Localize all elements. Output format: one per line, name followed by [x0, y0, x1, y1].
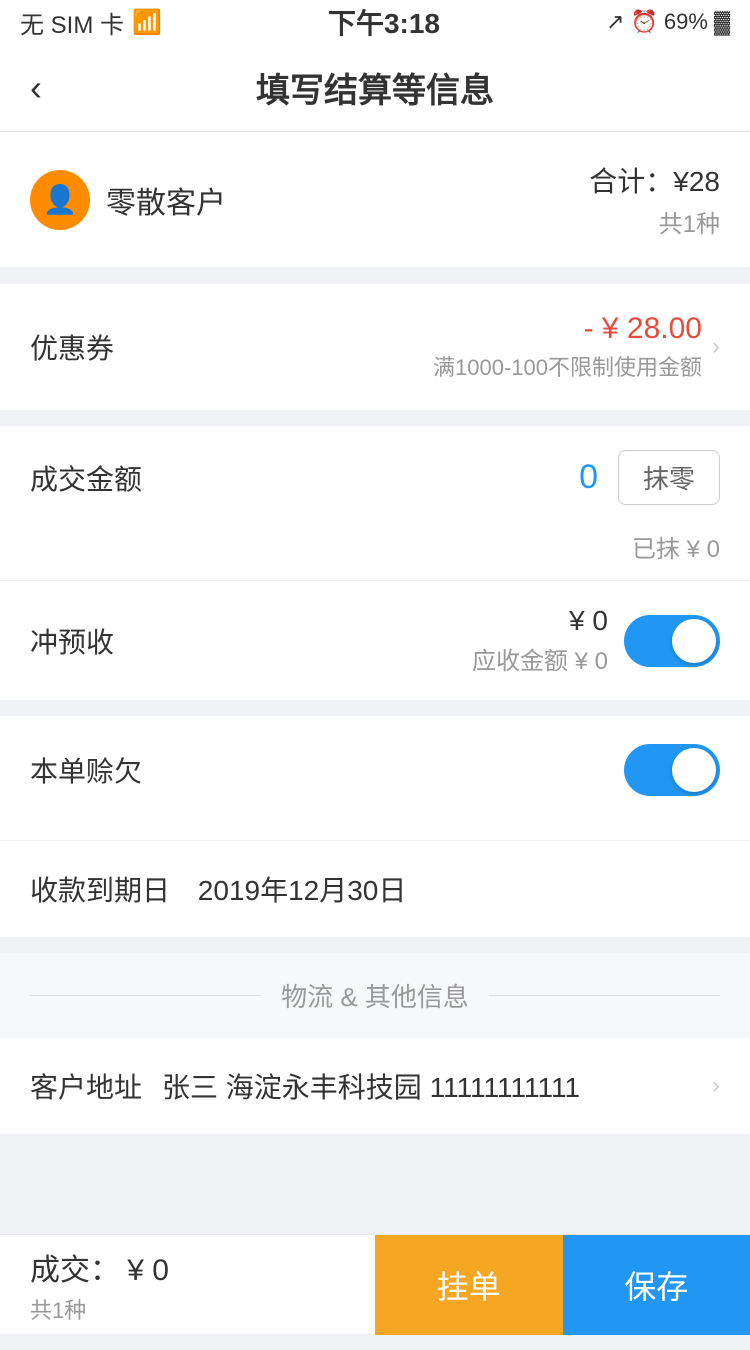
bottom-count: 共1种 — [30, 1293, 345, 1325]
location-icon: ↗ — [606, 9, 624, 35]
coupon-right: - ¥ 28.00 满1000-100不限制使用金额 › — [433, 312, 720, 382]
customer-section: 👤 零散客户 合计：¥28 共1种 — [0, 132, 750, 267]
credit-section: 本单赊欠 收款到期日 2019年12月30日 — [0, 716, 750, 937]
back-button[interactable]: ‹ — [30, 67, 42, 109]
due-date-label: 收款到期日 — [30, 875, 170, 906]
round-zero-button[interactable]: 抹零 — [618, 450, 720, 505]
logistics-label: 物流 & 其他信息 — [261, 977, 489, 1014]
prereceive-right: ¥ 0 应收金额 ¥ 0 — [472, 605, 720, 676]
address-chevron-icon: › — [712, 1072, 720, 1100]
coupon-section: 优惠券 - ¥ 28.00 满1000-100不限制使用金额 › — [0, 283, 750, 410]
save-button[interactable]: 保存 — [563, 1235, 750, 1335]
credit-label: 本单赊欠 — [30, 750, 142, 790]
due-date-value: 2019年12月30日 — [198, 875, 407, 906]
address-row[interactable]: 客户地址 张三 海淀永丰科技园 11111111111 › — [0, 1038, 750, 1134]
bottom-bar: 成交： ¥ 0 共1种 挂单 保存 — [0, 1234, 750, 1334]
status-bar: 无 SIM 卡 📶 下午3:18 ↗ ⏰ 69% ▓ — [0, 0, 750, 44]
deal-amount-right: 0 抹零 — [579, 450, 720, 505]
deal-amount-label: 成交金额 — [30, 458, 142, 498]
customer-avatar: 👤 — [30, 170, 90, 230]
avatar-icon: 👤 — [43, 183, 78, 216]
bottom-info: 成交： ¥ 0 共1种 — [0, 1245, 375, 1325]
prereceive-toggle-knob — [672, 619, 716, 663]
status-right: ↗ ⏰ 69% ▓ — [606, 9, 730, 35]
logistics-header: 物流 & 其他信息 — [0, 953, 750, 1038]
deal-section: 成交金额 0 抹零 已抹 ¥ 0 冲预收 ¥ 0 应收金额 ¥ 0 — [0, 426, 750, 700]
credit-toggle-knob — [672, 748, 716, 792]
carrier-label: 无 SIM 卡 — [20, 5, 124, 40]
customer-right: 合计：¥28 共1种 — [589, 160, 720, 239]
coupon-amount: - ¥ 28.00 — [433, 312, 702, 346]
coupon-row[interactable]: 优惠券 - ¥ 28.00 满1000-100不限制使用金额 › — [0, 283, 750, 410]
customer-left: 👤 零散客户 — [30, 170, 226, 230]
coupon-detail: - ¥ 28.00 满1000-100不限制使用金额 — [433, 312, 702, 382]
coupon-label: 优惠券 — [30, 327, 114, 367]
prereceive-label: 冲预收 — [30, 621, 114, 661]
due-date-row: 收款到期日 2019年12月30日 — [0, 840, 750, 937]
customer-name: 零散客户 — [106, 178, 226, 222]
coupon-chevron-icon: › — [712, 333, 720, 361]
logistics-line-right — [489, 995, 720, 996]
alarm-icon: ⏰ — [630, 9, 657, 35]
prereceive-amounts: ¥ 0 应收金额 ¥ 0 — [472, 605, 608, 676]
deal-amount-sub: 已抹 ¥ 0 — [0, 529, 750, 580]
prereceive-row: 冲预收 ¥ 0 应收金额 ¥ 0 — [0, 580, 750, 700]
logistics-line-left — [30, 995, 261, 996]
status-time: 下午3:18 — [328, 2, 440, 42]
address-label: 客户地址 — [30, 1066, 142, 1106]
credit-toggle[interactable] — [624, 744, 720, 796]
page-title: 填写结算等信息 — [256, 63, 494, 112]
prereceive-sub: 应收金额 ¥ 0 — [472, 641, 608, 676]
nav-bar: ‹ 填写结算等信息 — [0, 44, 750, 132]
battery-icon: ▓ — [714, 9, 730, 35]
address-value: 张三 海淀永丰科技园 11111111111 — [142, 1066, 712, 1106]
deal-amount-value: 0 — [579, 458, 598, 497]
hang-order-button[interactable]: 挂单 — [375, 1235, 563, 1335]
wifi-icon: 📶 — [132, 8, 162, 37]
prereceive-amount: ¥ 0 — [472, 605, 608, 637]
bottom-deal-row: 成交： ¥ 0 — [30, 1245, 345, 1289]
bottom-deal-value: ¥ 0 — [127, 1254, 169, 1287]
deal-amount-row: 成交金额 0 抹零 — [0, 426, 750, 529]
prereceive-toggle[interactable] — [624, 615, 720, 667]
customer-total: 合计：¥28 — [589, 160, 720, 200]
credit-row: 本单赊欠 — [0, 716, 750, 824]
battery-label: 69% — [664, 9, 708, 35]
coupon-description: 满1000-100不限制使用金额 — [433, 350, 702, 382]
customer-count: 共1种 — [589, 204, 720, 239]
status-left: 无 SIM 卡 📶 — [20, 5, 162, 40]
bottom-deal-label: 成交： — [30, 1254, 120, 1287]
